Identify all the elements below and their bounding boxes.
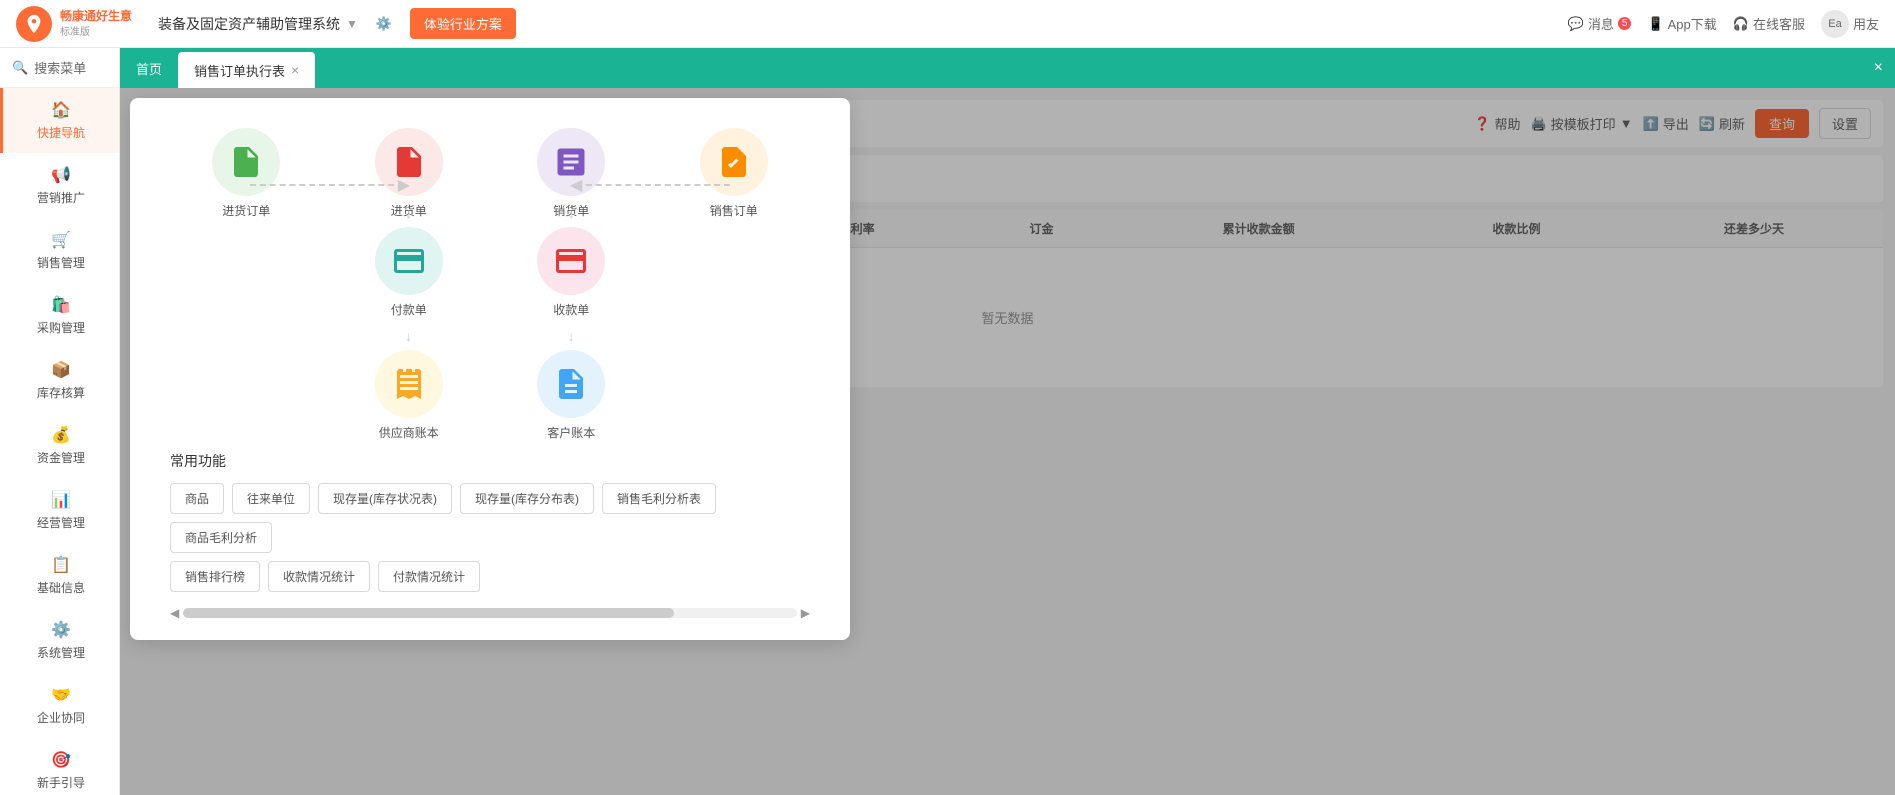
marketing-icon: 📢 bbox=[51, 165, 71, 185]
page-content: ❓ 帮助 🖨️ 按模板打印 ▼ ⬆️ 导出 🔄 刷新 bbox=[120, 88, 1895, 795]
system-icon: ⚙️ bbox=[51, 620, 71, 640]
sidebar-item-sales[interactable]: 🛒 销售管理 bbox=[0, 218, 119, 283]
node-purchase-order[interactable] bbox=[212, 128, 280, 196]
label-purchase-order: 进货订单 bbox=[222, 202, 270, 219]
label-payment-bill: 付款单 bbox=[391, 301, 427, 318]
logo-text: 畅康通好生意 标准版 bbox=[60, 9, 132, 38]
sidebar-item-guide[interactable]: 🎯 新手引导 bbox=[0, 738, 119, 795]
func-btn-stock-status[interactable]: 现存量(库存状况表) bbox=[318, 483, 452, 514]
func-btn-product[interactable]: 商品 bbox=[170, 483, 224, 514]
node-supplier-ledger[interactable] bbox=[375, 350, 443, 418]
modal-scrollbar: ◀ ▶ bbox=[170, 606, 810, 620]
node-payment-bill[interactable] bbox=[375, 227, 443, 295]
scroll-left-arrow[interactable]: ◀ bbox=[170, 606, 179, 620]
tab-sales-order[interactable]: 销售订单执行表 × bbox=[178, 52, 315, 88]
message-button[interactable]: 💬 消息 5 bbox=[1568, 14, 1632, 33]
modal-overlay: 进货订单 进货单 bbox=[120, 88, 1895, 795]
logo-title: 畅康通好生意 bbox=[60, 9, 132, 23]
enterprise-icon: 🤝 bbox=[51, 685, 71, 705]
label-supplier-ledger: 供应商账本 bbox=[379, 424, 439, 441]
func-btns-row2: 销售排行榜 收款情况统计 付款情况统计 bbox=[170, 561, 810, 592]
logo-subtitle: 标准版 bbox=[60, 23, 132, 38]
avatar: Ea bbox=[1821, 10, 1849, 38]
sidebar-item-quick-nav[interactable]: 🏠 快捷导航 bbox=[0, 88, 119, 153]
sales-icon: 🛒 bbox=[51, 230, 71, 250]
message-icon: 💬 bbox=[1568, 16, 1584, 32]
download-icon: 📱 bbox=[1647, 16, 1663, 32]
sidebar-item-purchase[interactable]: 🛍️ 采购管理 bbox=[0, 283, 119, 348]
system-dropdown-icon[interactable]: ▼ bbox=[346, 17, 358, 31]
guide-icon: 🎯 bbox=[51, 750, 71, 770]
tab-home[interactable]: 首页 bbox=[120, 48, 178, 88]
user-menu[interactable]: Ea 用友 bbox=[1821, 10, 1879, 38]
tab-close-icon[interactable]: × bbox=[291, 62, 299, 78]
func-btns-row1: 商品 往来单位 现存量(库存状况表) 现存量(库存分布表) 销售毛利分析表 商品… bbox=[170, 483, 810, 553]
sidebar-item-marketing[interactable]: 📢 营销推广 bbox=[0, 153, 119, 218]
scroll-right-arrow[interactable]: ▶ bbox=[801, 606, 810, 620]
sidebar: 🔍 搜索菜单 🏠 快捷导航 📢 营销推广 🛒 销售管理 🛍️ 采购管理 📦 bbox=[0, 48, 120, 795]
label-receipt-bill: 收款单 bbox=[553, 301, 589, 318]
online-service-button[interactable]: 🎧 在线客服 bbox=[1733, 14, 1805, 33]
inventory-icon: 📦 bbox=[51, 360, 71, 380]
func-btn-stock-dist[interactable]: 现存量(库存分布表) bbox=[460, 483, 594, 514]
basic-info-icon: 📋 bbox=[51, 555, 71, 575]
tab-bar: 首页 销售订单执行表 × × bbox=[120, 48, 1895, 88]
func-btn-sales-ranking[interactable]: 销售排行榜 bbox=[170, 561, 260, 592]
common-functions: 常用功能 商品 往来单位 现存量(库存状况表) 现存量(库存分布表) 销售毛利分… bbox=[170, 451, 810, 592]
settings-icon[interactable]: ⚙️ bbox=[370, 10, 398, 38]
tab-bar-close-icon[interactable]: × bbox=[1862, 59, 1895, 77]
logo: 畅康通好生意 标准版 bbox=[16, 6, 136, 42]
sidebar-item-system[interactable]: ⚙️ 系统管理 bbox=[0, 608, 119, 673]
app-download-button[interactable]: 📱 App下载 bbox=[1647, 14, 1716, 33]
node-sales-bill[interactable] bbox=[537, 128, 605, 196]
finance-icon: 💰 bbox=[51, 425, 71, 445]
sidebar-item-inventory[interactable]: 📦 库存核算 bbox=[0, 348, 119, 413]
sidebar-search[interactable]: 🔍 搜索菜单 bbox=[0, 48, 119, 88]
logo-icon bbox=[16, 6, 52, 42]
func-btn-sales-profit[interactable]: 销售毛利分析表 bbox=[602, 483, 716, 514]
search-icon: 🔍 bbox=[12, 60, 28, 76]
node-receipt-bill[interactable] bbox=[537, 227, 605, 295]
label-customer-ledger: 客户账本 bbox=[547, 424, 595, 441]
common-functions-title: 常用功能 bbox=[170, 451, 810, 471]
func-btn-receipt-stats[interactable]: 收款情况统计 bbox=[268, 561, 370, 592]
label-sales-order: 销售订单 bbox=[710, 202, 758, 219]
sidebar-item-finance[interactable]: 💰 资金管理 bbox=[0, 413, 119, 478]
operations-icon: 📊 bbox=[51, 490, 71, 510]
message-badge: 5 bbox=[1618, 17, 1632, 30]
node-customer-ledger[interactable] bbox=[537, 350, 605, 418]
node-sales-order[interactable] bbox=[700, 128, 768, 196]
home-icon: 🏠 bbox=[51, 100, 71, 120]
system-title: 装备及固定资产辅助管理系统 ▼ bbox=[158, 14, 358, 34]
purchase-icon: 🛍️ bbox=[51, 295, 71, 315]
node-purchase-bill[interactable] bbox=[375, 128, 443, 196]
experience-button[interactable]: 体验行业方案 bbox=[410, 8, 516, 39]
service-icon: 🎧 bbox=[1733, 16, 1749, 32]
func-btn-partner[interactable]: 往来单位 bbox=[232, 483, 310, 514]
sidebar-item-enterprise[interactable]: 🤝 企业协同 bbox=[0, 673, 119, 738]
func-btn-payment-stats[interactable]: 付款情况统计 bbox=[378, 561, 480, 592]
func-btn-product-profit[interactable]: 商品毛利分析 bbox=[170, 522, 272, 553]
flow-modal: 进货订单 进货单 bbox=[130, 98, 850, 640]
sidebar-item-operations[interactable]: 📊 经营管理 bbox=[0, 478, 119, 543]
sidebar-item-basic-info[interactable]: 📋 基础信息 bbox=[0, 543, 119, 608]
